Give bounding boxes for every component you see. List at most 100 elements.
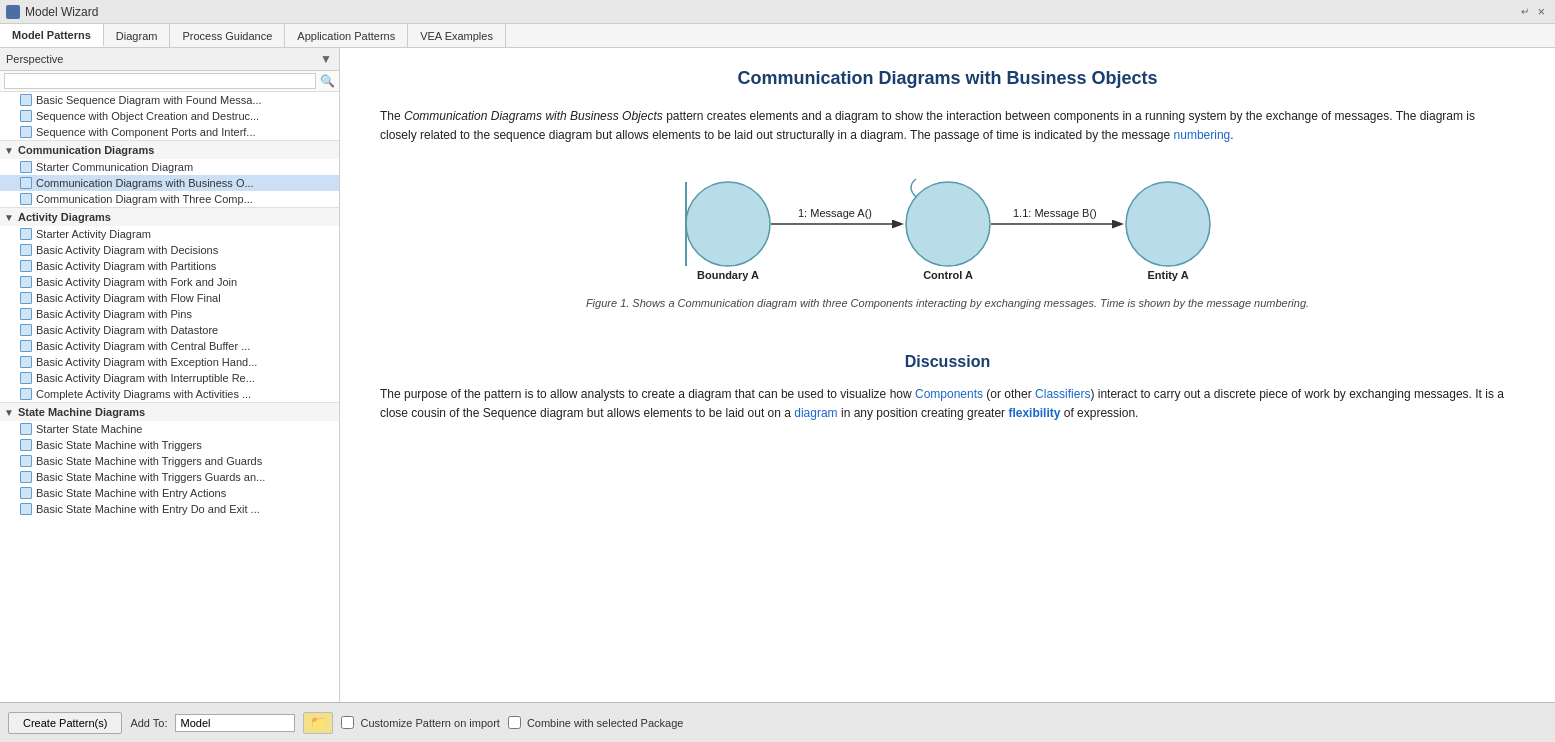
pin-button[interactable]: ↵	[1517, 6, 1533, 17]
item-icon	[20, 455, 32, 467]
item-icon	[20, 276, 32, 288]
tree-item-activity-central-buffer[interactable]: Basic Activity Diagram with Central Buff…	[0, 338, 339, 354]
section-state-machine-diagrams[interactable]: ▼ State Machine Diagrams	[0, 402, 339, 421]
tree-item-state-machine-trig-guards-an[interactable]: Basic State Machine with Triggers Guards…	[0, 469, 339, 485]
item-icon	[20, 372, 32, 384]
combine-checkbox[interactable]	[508, 716, 521, 729]
item-icon	[20, 177, 32, 189]
svg-text:1.1: Message B(): 1.1: Message B()	[1013, 207, 1097, 219]
section-label: Activity Diagrams	[18, 211, 111, 223]
add-to-input[interactable]	[175, 714, 295, 732]
tab-process-guidance[interactable]: Process Guidance	[170, 24, 285, 47]
tree-item-activity-decisions[interactable]: Basic Activity Diagram with Decisions	[0, 242, 339, 258]
svg-point-2	[906, 182, 990, 266]
perspective-header: Perspective ▼	[0, 48, 339, 71]
item-label: Starter Communication Diagram	[36, 161, 193, 173]
item-icon	[20, 193, 32, 205]
diagram-area: 1: Message A() 1.1: Message B() Boundary…	[380, 169, 1515, 323]
section-communication-diagrams[interactable]: ▼ Communication Diagrams	[0, 140, 339, 159]
item-icon	[20, 161, 32, 173]
content-title: Communication Diagrams with Business Obj…	[380, 68, 1515, 89]
item-icon	[20, 388, 32, 400]
tree-item-starter-state-machine[interactable]: Starter State Machine	[0, 421, 339, 437]
tree-item-activity-fork-join[interactable]: Basic Activity Diagram with Fork and Joi…	[0, 274, 339, 290]
tab-bar: Model Patterns Diagram Process Guidance …	[0, 24, 1555, 48]
tree-item-complete-activity[interactable]: Complete Activity Diagrams with Activiti…	[0, 386, 339, 402]
description-italic: Communication Diagrams with Business Obj…	[404, 109, 663, 123]
window-title: Model Wizard	[25, 5, 1517, 19]
tab-vea-examples[interactable]: VEA Examples	[408, 24, 506, 47]
tree-item-basic-seq-found[interactable]: Basic Sequence Diagram with Found Messa.…	[0, 92, 339, 108]
tree-item-activity-datastore[interactable]: Basic Activity Diagram with Datastore	[0, 322, 339, 338]
tree-item-comm-three-comp[interactable]: Communication Diagram with Three Comp...	[0, 191, 339, 207]
item-icon	[20, 487, 32, 499]
section-label: Communication Diagrams	[18, 144, 154, 156]
tree-item-activity-pins[interactable]: Basic Activity Diagram with Pins	[0, 306, 339, 322]
search-input[interactable]	[4, 73, 316, 89]
tree-item-seq-component-ports[interactable]: Sequence with Component Ports and Interf…	[0, 124, 339, 140]
tree-item-state-machine-triggers[interactable]: Basic State Machine with Triggers	[0, 437, 339, 453]
combine-text: Combine with selected Package	[527, 717, 684, 729]
tree-item-comm-business-obj[interactable]: Communication Diagrams with Business O..…	[0, 175, 339, 191]
item-label: Basic Activity Diagram with Datastore	[36, 324, 218, 336]
section-activity-diagrams[interactable]: ▼ Activity Diagrams	[0, 207, 339, 226]
tree-item-activity-interruptible-re[interactable]: Basic Activity Diagram with Interruptibl…	[0, 370, 339, 386]
tree-item-starter-comm[interactable]: Starter Communication Diagram	[0, 159, 339, 175]
figure-caption: Figure 1. Shows a Communication diagram …	[586, 295, 1309, 313]
customize-checkbox[interactable]	[341, 716, 354, 729]
item-label: Basic State Machine with Entry Do and Ex…	[36, 503, 260, 515]
right-panel: Communication Diagrams with Business Obj…	[340, 48, 1555, 702]
item-icon	[20, 260, 32, 272]
tree-container: Basic Sequence Diagram with Found Messa.…	[0, 92, 339, 702]
svg-text:1: Message A(): 1: Message A()	[798, 207, 872, 219]
item-icon	[20, 423, 32, 435]
tree-item-state-machine-entry[interactable]: Basic State Machine with Entry Actions	[0, 485, 339, 501]
perspective-dropdown[interactable]: ▼	[319, 52, 333, 66]
tree-item-seq-object-creation[interactable]: Sequence with Object Creation and Destru…	[0, 108, 339, 124]
item-label: Basic Activity Diagram with Partitions	[36, 260, 216, 272]
item-icon	[20, 324, 32, 336]
item-label: Basic Activity Diagram with Decisions	[36, 244, 218, 256]
tree-item-state-machine-entry-do-exit[interactable]: Basic State Machine with Entry Do and Ex…	[0, 501, 339, 517]
customize-label: Customize Pattern on import	[341, 716, 499, 729]
customize-text: Customize Pattern on import	[360, 717, 499, 729]
tree-item-starter-activity[interactable]: Starter Activity Diagram	[0, 226, 339, 242]
bottom-toolbar: Create Pattern(s) Add To: 📁 Customize Pa…	[0, 702, 1555, 742]
combine-label: Combine with selected Package	[508, 716, 684, 729]
item-icon	[20, 94, 32, 106]
item-label: Basic State Machine with Triggers	[36, 439, 202, 451]
close-button[interactable]: ×	[1533, 4, 1549, 19]
item-label: Sequence with Component Ports and Interf…	[36, 126, 256, 138]
item-label: Communication Diagrams with Business O..…	[36, 177, 254, 189]
item-label: Starter State Machine	[36, 423, 142, 435]
item-label: Basic State Machine with Entry Actions	[36, 487, 226, 499]
item-label: Basic Activity Diagram with Exception Ha…	[36, 356, 257, 368]
tab-model-patterns[interactable]: Model Patterns	[0, 24, 104, 47]
left-panel: Perspective ▼ 🔍 Basic Sequence Diagram w…	[0, 48, 340, 702]
svg-text:Boundary A: Boundary A	[697, 269, 759, 281]
item-icon	[20, 439, 32, 451]
item-icon	[20, 356, 32, 368]
communication-diagram-svg: 1: Message A() 1.1: Message B() Boundary…	[638, 169, 1258, 289]
tree-item-state-machine-triggers-guards[interactable]: Basic State Machine with Triggers and Gu…	[0, 453, 339, 469]
tree-item-activity-exception-hand[interactable]: Basic Activity Diagram with Exception Ha…	[0, 354, 339, 370]
tab-application-patterns[interactable]: Application Patterns	[285, 24, 408, 47]
tree-item-activity-flow-final[interactable]: Basic Activity Diagram with Flow Final	[0, 290, 339, 306]
item-label: Basic Activity Diagram with Pins	[36, 308, 192, 320]
create-pattern-button[interactable]: Create Pattern(s)	[8, 712, 122, 734]
main-layout: Perspective ▼ 🔍 Basic Sequence Diagram w…	[0, 48, 1555, 702]
item-label: Basic Activity Diagram with Fork and Joi…	[36, 276, 237, 288]
add-to-label: Add To:	[130, 717, 167, 729]
item-label: Basic Activity Diagram with Interruptibl…	[36, 372, 255, 384]
numbering-text: numbering	[1174, 128, 1231, 142]
item-icon	[20, 110, 32, 122]
expand-arrow: ▼	[4, 212, 16, 223]
expand-arrow: ▼	[4, 145, 16, 156]
item-icon	[20, 126, 32, 138]
folder-button[interactable]: 📁	[303, 712, 333, 734]
tree-item-activity-partitions[interactable]: Basic Activity Diagram with Partitions	[0, 258, 339, 274]
item-icon	[20, 228, 32, 240]
tab-diagram[interactable]: Diagram	[104, 24, 171, 47]
item-label: Complete Activity Diagrams with Activiti…	[36, 388, 251, 400]
item-icon	[20, 244, 32, 256]
